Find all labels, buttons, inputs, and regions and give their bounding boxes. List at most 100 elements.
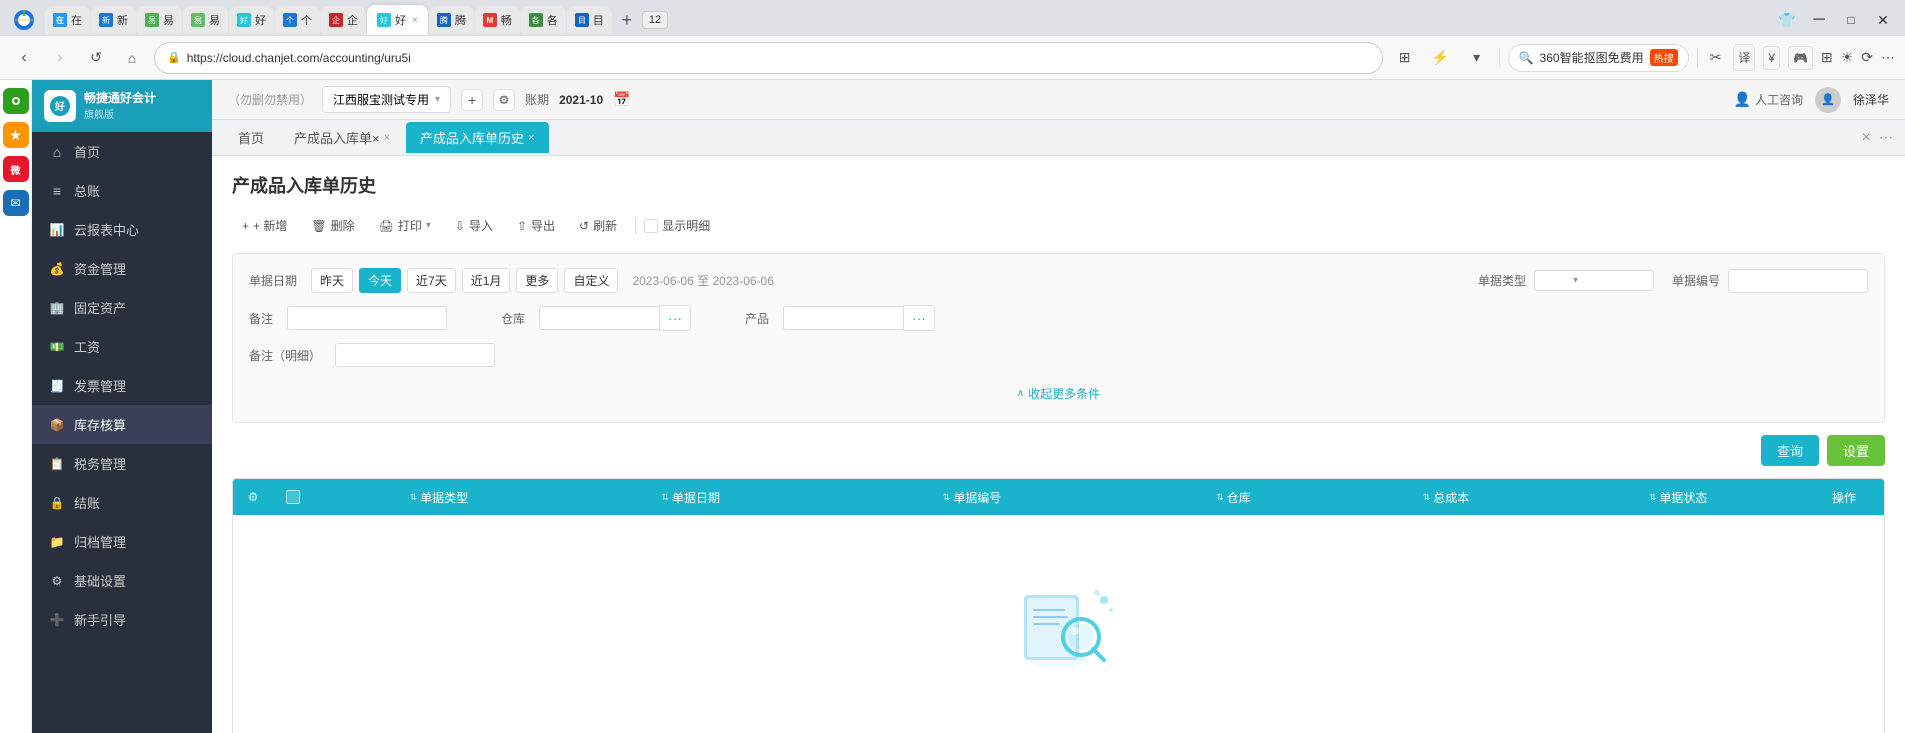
app-weibo-icon[interactable]: 微 bbox=[3, 156, 29, 182]
checkbox-show-detail[interactable] bbox=[644, 219, 658, 233]
sync-btn[interactable]: ⟳ bbox=[1861, 49, 1873, 66]
app-360-icon[interactable] bbox=[3, 88, 29, 114]
nav-item-invoice[interactable]: 🧾 发票管理 bbox=[32, 366, 212, 405]
tab-12[interactable]: 目 目 bbox=[567, 6, 612, 34]
custom-date-btn[interactable]: 自定义 bbox=[564, 268, 618, 293]
tab-list[interactable]: 产成品入库单× × bbox=[280, 122, 404, 153]
refresh-data-btn[interactable]: ↺ 刷新 bbox=[569, 212, 627, 239]
th-doc-date[interactable]: ⇅ 单据日期 bbox=[565, 479, 817, 515]
note-input[interactable] bbox=[287, 306, 447, 330]
th-doc-status[interactable]: ⇅ 单据状态 bbox=[1552, 479, 1804, 515]
filter-settings-btn[interactable]: 设置 bbox=[1827, 435, 1885, 466]
print-btn[interactable]: 🖨 打印 ▾ bbox=[369, 212, 441, 239]
settings-btn-browser[interactable]: ⋯ bbox=[1881, 49, 1895, 66]
last7-btn[interactable]: 近7天 bbox=[407, 268, 456, 293]
detail-note-input[interactable] bbox=[335, 343, 495, 367]
panel-close-btn[interactable]: × bbox=[1862, 129, 1871, 147]
back-btn[interactable]: ‹ bbox=[10, 44, 38, 72]
doc-type-select[interactable]: ▾ bbox=[1534, 270, 1654, 291]
product-dots-btn[interactable]: ··· bbox=[903, 305, 935, 331]
query-btn[interactable]: 查询 bbox=[1761, 435, 1819, 466]
tab-history[interactable]: 产成品入库单历史 × bbox=[406, 122, 548, 153]
night-btn[interactable]: ☀ bbox=[1841, 49, 1854, 66]
th-gear[interactable]: ⚙ bbox=[233, 479, 273, 515]
th-total-cost[interactable]: ⇅ 总成本 bbox=[1340, 479, 1552, 515]
company-selector[interactable]: 江西服宝测试专用 ▾ bbox=[322, 86, 451, 113]
url-bar[interactable]: 🔒 https://cloud.chanjet.com/accounting/u… bbox=[154, 42, 1383, 74]
nav-item-reports[interactable]: 📊 云报表中心 bbox=[32, 210, 212, 249]
nav-item-inventory[interactable]: 📦 库存核算 bbox=[32, 405, 212, 444]
url-text[interactable]: https://cloud.chanjet.com/accounting/uru… bbox=[187, 51, 1370, 65]
delete-btn[interactable]: 🗑 删除 bbox=[301, 212, 364, 239]
doc-no-input[interactable] bbox=[1728, 269, 1868, 293]
tab-history-close[interactable]: × bbox=[528, 132, 534, 144]
tab-2[interactable]: 新 新 bbox=[91, 6, 136, 34]
tab-home[interactable]: 首页 bbox=[224, 122, 278, 153]
nav-item-funds[interactable]: 💰 资金管理 bbox=[32, 249, 212, 288]
nav-item-new-entry[interactable]: ➕ 新手引导 bbox=[32, 600, 212, 639]
currency-btn[interactable]: ¥ bbox=[1763, 46, 1780, 70]
company-settings-btn[interactable]: ⚙ bbox=[493, 89, 515, 111]
nav-item-settlement[interactable]: 🔒 结账 bbox=[32, 483, 212, 522]
translate-btn[interactable]: 译 bbox=[1733, 44, 1755, 71]
tab-5[interactable]: 好 好 bbox=[229, 6, 274, 34]
add-btn[interactable]: + + 新增 bbox=[232, 212, 297, 239]
tab-10[interactable]: M 畅 bbox=[475, 6, 520, 34]
nav-item-ledger[interactable]: ≡ 总账 bbox=[32, 171, 212, 210]
th-checkbox[interactable] bbox=[273, 479, 313, 515]
tab-3[interactable]: 易 易 bbox=[137, 6, 182, 34]
nav-item-payroll[interactable]: 💵 工资 bbox=[32, 327, 212, 366]
add-company-btn[interactable]: + bbox=[461, 89, 483, 111]
collapse-btn[interactable]: ∧ 收起更多条件 bbox=[1011, 379, 1106, 408]
app-favorite-icon[interactable]: ★ bbox=[3, 122, 29, 148]
tab-7[interactable]: 企 企 bbox=[321, 6, 366, 34]
tab-list-close[interactable]: × bbox=[384, 132, 390, 144]
user-avatar[interactable]: 👤 bbox=[1815, 87, 1841, 113]
tab-8-close[interactable]: × bbox=[412, 15, 418, 26]
forward-btn[interactable]: › bbox=[46, 44, 74, 72]
show-detail-checkbox[interactable]: 显示明细 bbox=[644, 217, 710, 234]
yesterday-btn[interactable]: 昨天 bbox=[311, 268, 353, 293]
last-month-btn[interactable]: 近1月 bbox=[462, 268, 511, 293]
close-btn[interactable]: ✕ bbox=[1869, 6, 1897, 34]
nav-item-fixed-assets[interactable]: 🏢 固定资产 bbox=[32, 288, 212, 327]
tab-6[interactable]: 个 个 bbox=[275, 6, 320, 34]
calendar-icon[interactable]: 📅 bbox=[613, 91, 630, 108]
th-doc-type[interactable]: ⇅ 单据类型 bbox=[313, 479, 565, 515]
extensions-btn[interactable]: ⊞ bbox=[1391, 44, 1419, 72]
tab-9[interactable]: 腾 腾 bbox=[429, 6, 474, 34]
tab-4[interactable]: 易 易 bbox=[183, 6, 228, 34]
tab-11[interactable]: 各 各 bbox=[521, 6, 566, 34]
game-btn[interactable]: 🎮 bbox=[1788, 46, 1813, 70]
import-btn[interactable]: ⇩ 导入 bbox=[445, 212, 503, 239]
product-input[interactable] bbox=[783, 306, 903, 330]
new-tab-btn[interactable]: + bbox=[613, 6, 641, 34]
warehouse-dots-btn[interactable]: ··· bbox=[659, 305, 691, 331]
browser-logo[interactable] bbox=[8, 4, 40, 36]
nav-item-settings[interactable]: ⚙ 基础设置 bbox=[32, 561, 212, 600]
th-warehouse[interactable]: ⇅ 仓库 bbox=[1127, 479, 1339, 515]
panel-more-btn[interactable]: ⋯ bbox=[1879, 129, 1893, 146]
app-mail-icon[interactable]: ✉ bbox=[3, 190, 29, 216]
nav-item-archive[interactable]: 📁 归档管理 bbox=[32, 522, 212, 561]
th-checkbox-box[interactable] bbox=[286, 490, 300, 504]
scissors-icon[interactable]: ✂ bbox=[1706, 45, 1726, 70]
grid-btn[interactable]: ⊞ bbox=[1821, 49, 1833, 66]
tab-8-active[interactable]: 好 好 × bbox=[367, 5, 428, 35]
nav-item-home[interactable]: ⌂ 首页 bbox=[32, 132, 212, 171]
maximize-btn[interactable]: □ bbox=[1837, 6, 1865, 34]
dropdown-btn[interactable]: ▾ bbox=[1463, 44, 1491, 72]
today-btn[interactable]: 今天 bbox=[359, 268, 401, 293]
export-btn[interactable]: ⇧ 导出 bbox=[507, 212, 565, 239]
refresh-btn[interactable]: ↺ bbox=[82, 44, 110, 72]
customer-service-btn[interactable]: 👤 人工咨询 bbox=[1734, 91, 1803, 108]
lightning-btn[interactable]: ⚡ bbox=[1427, 44, 1455, 72]
minimize-btn[interactable]: ─ bbox=[1805, 6, 1833, 34]
shirt-icon[interactable]: 👕 bbox=[1773, 6, 1801, 34]
warehouse-input[interactable] bbox=[539, 306, 659, 330]
more-date-btn[interactable]: 更多 bbox=[516, 268, 558, 293]
search-box[interactable]: 🔍 360智能抠图免费用 热搜 bbox=[1508, 44, 1689, 72]
tab-1[interactable]: 在 在 bbox=[45, 6, 90, 34]
home-btn[interactable]: ⌂ bbox=[118, 44, 146, 72]
nav-item-tax[interactable]: 📋 税务管理 bbox=[32, 444, 212, 483]
